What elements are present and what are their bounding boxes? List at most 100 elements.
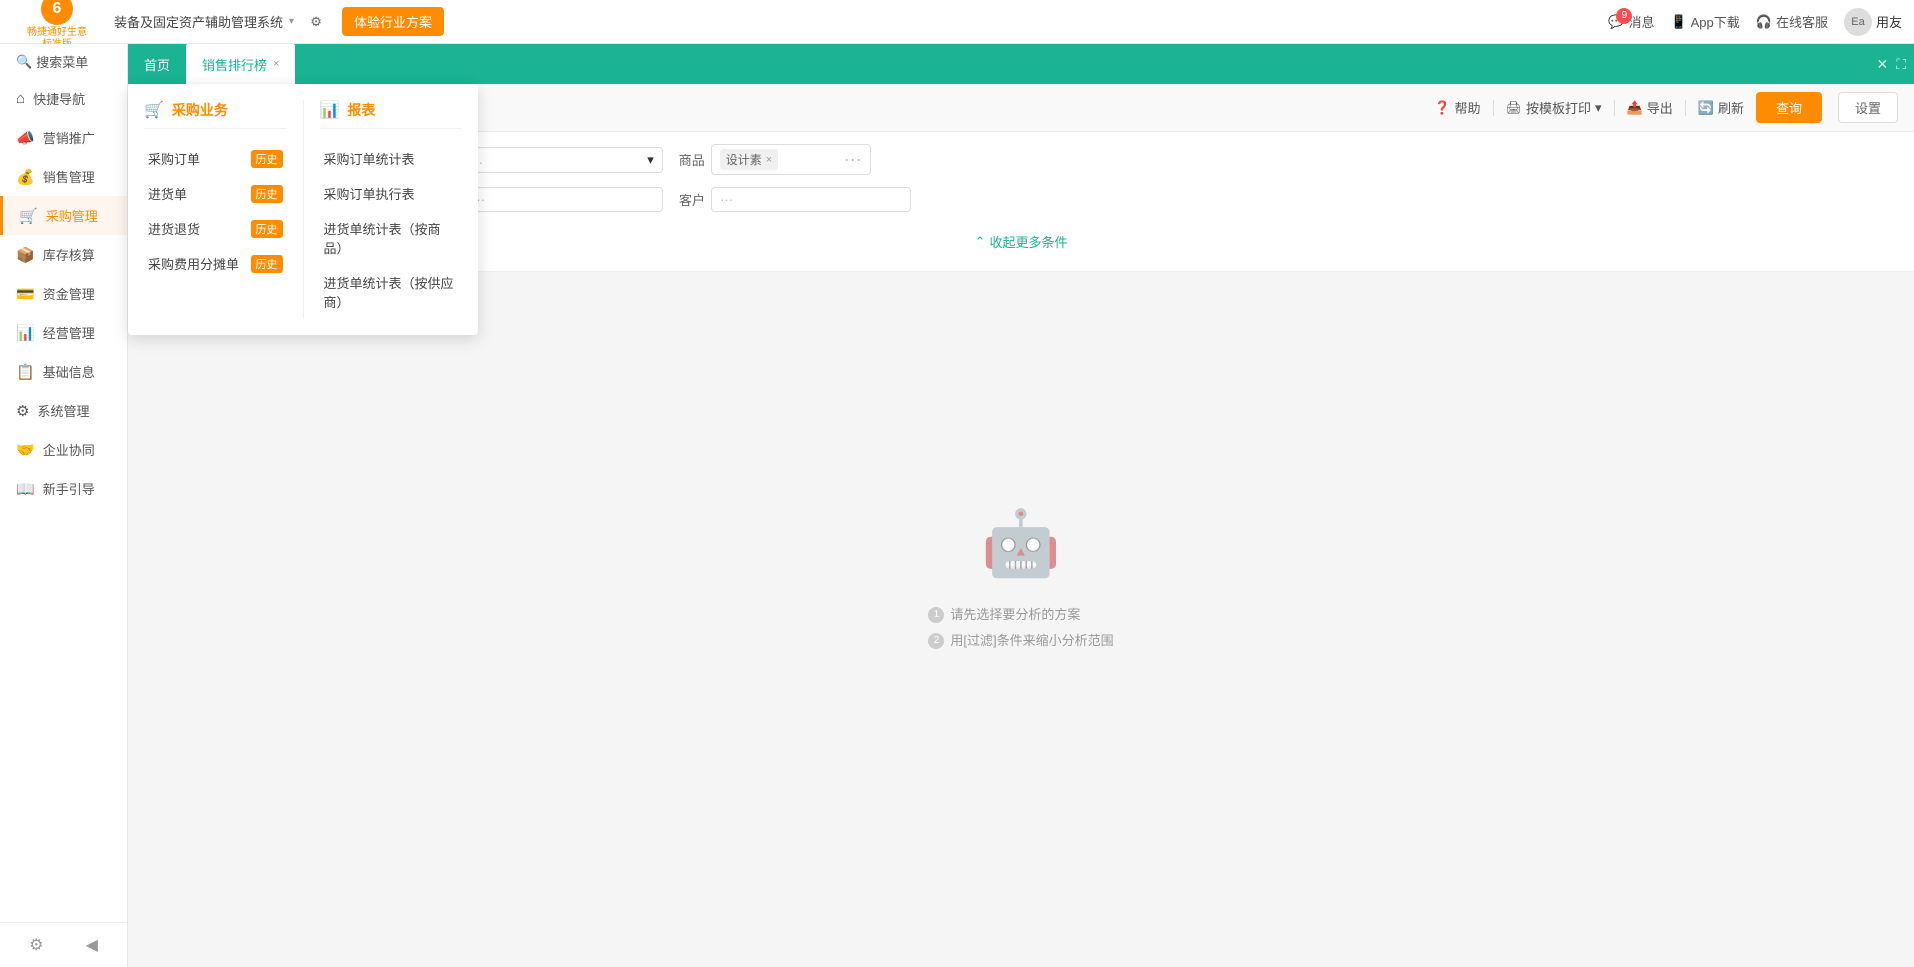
system-icon: ⚙ — [16, 402, 29, 420]
help-button[interactable]: ❓ 帮助 — [1434, 98, 1480, 117]
export-icon: 📤 — [1627, 100, 1643, 116]
sidebar-item-management[interactable]: 📊 经营管理 — [0, 313, 127, 352]
settings-bottom-icon[interactable]: ⚙ — [29, 935, 43, 955]
tabs-bar: 首页 销售排行榜 × ✕ ⛶ — [128, 44, 1914, 84]
dropdown-item-stock-return[interactable]: 进货退货 历史 — [144, 211, 287, 246]
sidebar-item-basic[interactable]: 📋 基础信息 — [0, 352, 127, 391]
dropdown-col-purchase: 🛒 采购业务 采购订单 历史 进货单 历史 进货退货 历史 采购费用分摊单 历史 — [144, 100, 287, 319]
message-label: 消息 — [1628, 12, 1654, 31]
empty-illustration: 🤖 — [981, 506, 1061, 586]
dropdown-item-stock-stats-goods[interactable]: 进货单统计表（按商品） — [320, 211, 463, 265]
print-icon: 🖨 — [1506, 100, 1523, 116]
system-title-arrow-icon[interactable]: ▾ — [289, 16, 294, 27]
sidebar-item-purchase[interactable]: 🛒 采购管理 — [0, 196, 127, 235]
sidebar-item-sales[interactable]: 💰 销售管理 — [0, 157, 127, 196]
tab-sales-rank-label: 销售排行榜 — [202, 55, 267, 74]
sidebar-item-inventory[interactable]: 📦 库存核算 — [0, 235, 127, 274]
query-button[interactable]: 查询 — [1756, 92, 1822, 123]
system-title: 装备及固定资产辅助管理系统 ▾ — [114, 12, 294, 31]
dropdown-item-purchase-order[interactable]: 采购订单 历史 — [144, 141, 287, 176]
message-button[interactable]: 💬 9 消息 — [1608, 12, 1654, 31]
dropdown-item-stock-in[interactable]: 进货单 历史 — [144, 176, 287, 211]
print-button[interactable]: 🖨 按模板打印 ▾ — [1506, 98, 1602, 117]
history-badge-0: 历史 — [251, 150, 283, 168]
goods-tag-close-icon[interactable]: × — [766, 154, 772, 166]
gear-button[interactable]: ⚙ — [302, 8, 330, 36]
service-button[interactable]: 🎧 在线客服 — [1756, 12, 1828, 31]
setting-button[interactable]: 设置 — [1838, 92, 1898, 123]
history-badge-1: 历史 — [251, 185, 283, 203]
industry-button[interactable]: 体验行业方案 — [342, 7, 444, 36]
sidebar-item-label: 采购管理 — [46, 206, 98, 225]
guide-icon: 📖 — [16, 480, 35, 498]
sidebar-item-label: 企业协同 — [43, 440, 95, 459]
sidebar-item-home[interactable]: ⌂ 快捷导航 — [0, 79, 127, 118]
inventory-icon: 📦 — [16, 246, 35, 264]
sidebar-item-label: 系统管理 — [37, 401, 89, 420]
avatar: Ea — [1844, 8, 1872, 36]
history-badge-2: 历史 — [251, 220, 283, 238]
sidebar-item-finance[interactable]: 💳 资金管理 — [0, 274, 127, 313]
search-menu-label: 搜索菜单 — [36, 52, 88, 71]
empty-robot-icon: 🤖 — [981, 506, 1061, 581]
purchase-dropdown-menu: 🛒 采购业务 采购订单 历史 进货单 历史 进货退货 历史 采购费用分摊单 历史 — [128, 84, 478, 335]
dropdown-cols: 🛒 采购业务 采购订单 历史 进货单 历史 进货退货 历史 采购费用分摊单 历史 — [144, 100, 462, 319]
phone-icon: 📱 — [1670, 14, 1686, 30]
user-menu-button[interactable]: Ea 用友 — [1844, 8, 1902, 36]
export-button[interactable]: 📤 导出 — [1627, 98, 1673, 117]
sidebar-item-marketing[interactable]: 📣 营销推广 — [0, 118, 127, 157]
purchase-icon: 🛒 — [19, 207, 38, 225]
cooperation-icon: 🤝 — [16, 441, 35, 459]
sidebar-item-label: 销售管理 — [43, 167, 95, 186]
help-icon: ❓ — [1434, 100, 1450, 116]
refresh-button[interactable]: 🔄 刷新 — [1698, 98, 1744, 117]
sidebar-item-label: 新手引导 — [43, 479, 95, 498]
sidebar-item-guide[interactable]: 📖 新手引导 — [0, 469, 127, 508]
dropdown-item-stock-stats-supplier[interactable]: 进货单统计表（按供应商） — [320, 265, 463, 319]
sidebar-item-cooperation[interactable]: 🤝 企业协同 — [0, 430, 127, 469]
customer-select[interactable]: ··· — [711, 187, 911, 212]
customer-label: 客户 — [679, 190, 705, 209]
dropdown-col-purchase-header: 🛒 采购业务 — [144, 100, 287, 129]
empty-state: 🤖 1 请先选择要分析的方案 2 用[过滤]条件来缩小分析范围 — [128, 272, 1914, 967]
top-bar: 6 畅捷通好生意 标准版 装备及固定资产辅助管理系统 ▾ ⚙ 体验行业方案 💬 … — [0, 0, 1914, 44]
tab-sales-rank[interactable]: 销售排行榜 × — [186, 44, 295, 84]
finance-icon: 💳 — [16, 285, 35, 303]
tab-close-icon[interactable]: × — [273, 58, 279, 70]
dropdown-item-order-stats[interactable]: 采购订单统计表 — [320, 141, 463, 176]
tab-home[interactable]: 首页 — [128, 44, 186, 84]
search-menu-button[interactable]: 🔍 搜索菜单 — [0, 44, 127, 79]
sales-icon: 💰 — [16, 168, 35, 186]
tab-maximize-icon[interactable]: ⛶ — [1896, 56, 1906, 73]
sidebar-item-system[interactable]: ⚙ 系统管理 — [0, 391, 127, 430]
dropdown-item-order-exec[interactable]: 采购订单执行表 — [320, 176, 463, 211]
sidebar-item-label: 经营管理 — [43, 323, 95, 342]
search-icon: 🔍 — [16, 54, 32, 70]
collapse-sidebar-icon[interactable]: ◀ — [86, 935, 98, 955]
sidebar-item-label: 快捷导航 — [33, 89, 85, 108]
goods-select[interactable]: 设计素 × ··· — [711, 144, 871, 175]
step-2-icon: 2 — [928, 633, 944, 649]
tabs-right-icons: ✕ ⛶ — [1876, 56, 1914, 73]
tab-home-label: 首页 — [144, 55, 170, 74]
dropdown-item-purchase-expense[interactable]: 采购费用分摊单 历史 — [144, 246, 287, 281]
voucher-status-arrow-icon: ▾ — [647, 152, 654, 168]
logo-icon: 6 — [41, 0, 73, 25]
message-icon-wrapper: 💬 9 — [1608, 14, 1624, 30]
tab-close-all-icon[interactable]: ✕ — [1876, 56, 1888, 73]
print-arrow-icon: ▾ — [1595, 100, 1602, 116]
goods-more-icon[interactable]: ··· — [844, 149, 862, 170]
app-download-button[interactable]: 📱 App下载 — [1670, 12, 1739, 31]
system-title-text: 装备及固定资产辅助管理系统 — [114, 12, 283, 31]
voucher-status-select[interactable]: ... ▾ — [463, 147, 663, 173]
report-header-icon: 📊 — [320, 100, 340, 120]
salesperson-select[interactable]: ··· — [463, 187, 663, 212]
top-right: 💬 9 消息 📱 App下载 🎧 在线客服 Ea 用友 — [1608, 8, 1902, 36]
dropdown-col-report: 📊 报表 采购订单统计表 采购订单执行表 进货单统计表（按商品） 进货单统计表（… — [320, 100, 463, 319]
refresh-icon: 🔄 — [1698, 100, 1714, 116]
marketing-icon: 📣 — [16, 129, 35, 147]
goods-label: 商品 — [679, 150, 705, 169]
sidebar-item-label: 库存核算 — [43, 245, 95, 264]
basic-icon: 📋 — [16, 363, 35, 381]
logo-area: 6 畅捷通好生意 标准版 — [12, 0, 102, 51]
